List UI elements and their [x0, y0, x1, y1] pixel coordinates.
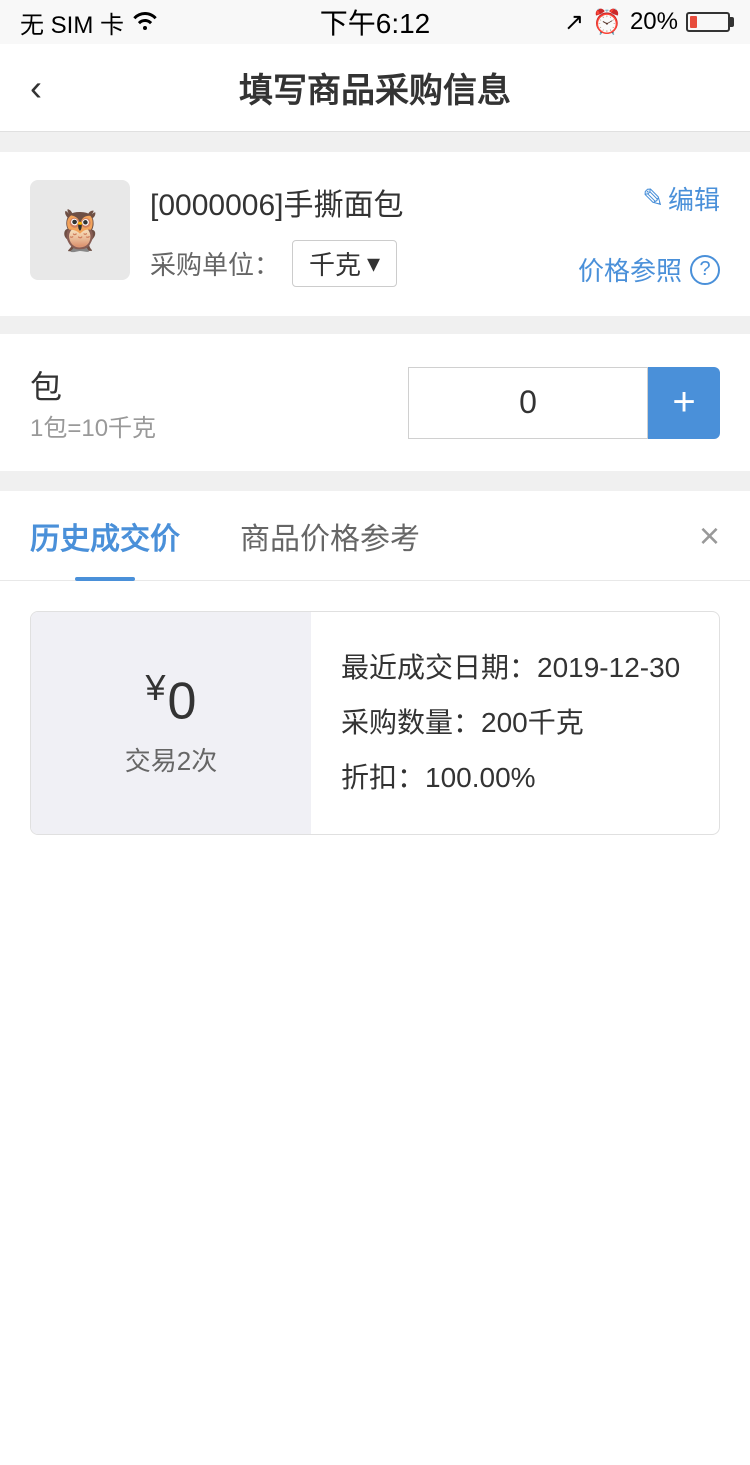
product-card: 🦉 [0000006]手撕面包 采购单位： 千克 ▾ ✎ 编辑 价格参照	[0, 152, 750, 316]
status-right: ↗ ⏰ 20%	[564, 8, 730, 37]
battery-fill	[690, 16, 697, 28]
product-unit-row: 采购单位： 千克 ▾	[150, 240, 403, 287]
unit-selector[interactable]: 千克 ▾	[292, 240, 397, 287]
product-left: 🦉 [0000006]手撕面包 采购单位： 千克 ▾	[30, 180, 403, 287]
section-divider	[0, 316, 750, 334]
currency-symbol: ¥	[146, 667, 166, 708]
edit-icon: ✎	[642, 183, 664, 214]
unit-value: 千克	[309, 245, 361, 282]
price-reference-button[interactable]: 价格参照 ?	[578, 251, 720, 288]
date-label: 最近成交日期：	[341, 652, 537, 683]
unit-label: 采购单位：	[150, 245, 280, 282]
history-content: ¥0 交易2次 最近成交日期：2019-12-30 采购数量：200千克 折扣：…	[0, 581, 750, 865]
tab-close-button[interactable]: ×	[699, 515, 720, 557]
alarm-icon: ⏰	[592, 8, 622, 37]
price-record-right: 最近成交日期：2019-12-30 采购数量：200千克 折扣：100.00%	[311, 612, 719, 834]
quantity-control: 0 +	[408, 367, 720, 439]
product-header: 🦉 [0000006]手撕面包 采购单位： 千克 ▾ ✎ 编辑 价格参照	[30, 180, 720, 288]
product-image-icon: 🦉	[55, 207, 105, 254]
price-date-row: 最近成交日期：2019-12-30	[341, 648, 689, 687]
bottom-space	[0, 865, 750, 1465]
status-left: 无 SIM 卡	[20, 5, 158, 40]
price-record-left: ¥0 交易2次	[31, 612, 311, 834]
quantity-label-block: 包 1包=10千克	[30, 362, 156, 443]
price-ref-label: 价格参照	[578, 251, 682, 288]
qty-unit-big: 包	[30, 362, 156, 408]
product-thumbnail: 🦉	[30, 180, 130, 280]
price-record-card: ¥0 交易2次 最近成交日期：2019-12-30 采购数量：200千克 折扣：…	[30, 611, 720, 835]
price-qty-row: 采购数量：200千克	[341, 703, 689, 742]
quantity-plus-button[interactable]: +	[648, 367, 720, 439]
location-icon: ↗	[564, 8, 584, 37]
tab-items: 历史成交价 商品价格参考	[30, 491, 420, 581]
status-time: 下午6:12	[320, 2, 431, 42]
quantity-input[interactable]: 0	[408, 367, 648, 439]
discount-value: 100.00%	[425, 762, 536, 793]
status-bar: 无 SIM 卡 下午6:12 ↗ ⏰ 20%	[0, 0, 750, 44]
quantity-row: 包 1包=10千克 0 +	[0, 334, 750, 471]
qty-value: 200千克	[481, 707, 584, 738]
tab-header: 历史成交价 商品价格参考 ×	[0, 491, 750, 581]
product-name: [0000006]手撕面包	[150, 180, 403, 224]
wifi-icon	[132, 8, 158, 37]
qty-unit-sub: 1包=10千克	[30, 408, 156, 443]
tab-history-price[interactable]: 历史成交价	[30, 491, 180, 581]
product-info: [0000006]手撕面包 采购单位： 千克 ▾	[150, 180, 403, 287]
battery-percent: 20%	[630, 8, 678, 36]
dropdown-arrow-icon: ▾	[367, 248, 380, 279]
discount-label: 折扣：	[341, 762, 425, 793]
nav-bar: ‹ 填写商品采购信息	[0, 44, 750, 132]
tab-panel: 历史成交价 商品价格参考 × ¥0 交易2次 最近成交日期：2019-12-30…	[0, 491, 750, 865]
price-value: 0	[168, 672, 197, 730]
price-transactions: 交易2次	[125, 741, 217, 778]
date-value: 2019-12-30	[537, 652, 680, 683]
price-amount: ¥0	[146, 667, 197, 731]
page-title: 填写商品采购信息	[239, 63, 511, 112]
help-icon: ?	[690, 255, 720, 285]
back-button[interactable]: ‹	[30, 67, 42, 109]
qty-label: 采购数量：	[341, 707, 481, 738]
battery-icon	[686, 12, 730, 32]
price-discount-row: 折扣：100.00%	[341, 758, 689, 797]
edit-label: 编辑	[668, 180, 720, 217]
carrier-text: 无 SIM 卡	[20, 5, 124, 40]
tab-price-reference[interactable]: 商品价格参考	[240, 491, 420, 581]
edit-button[interactable]: ✎ 编辑	[642, 180, 720, 217]
